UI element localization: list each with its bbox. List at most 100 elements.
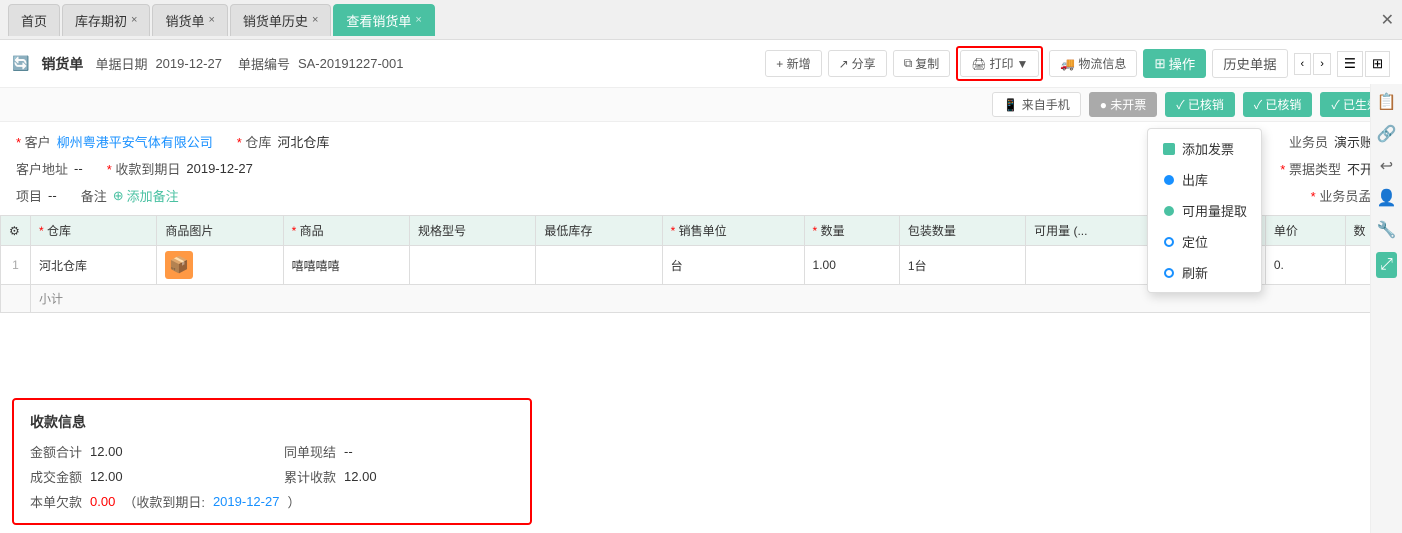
address-field: 客户地址 -- <box>16 159 83 178</box>
info-box-title: 收款信息 <box>30 412 514 432</box>
th-min-stock: 最低库存 <box>536 216 662 246</box>
tab-sales[interactable]: 销货单 × <box>152 4 227 36</box>
sold-icon: ✓ <box>1254 98 1262 112</box>
sidebar-icon-5[interactable]: 🔧 <box>1377 220 1397 240</box>
settlement-row: 同单现结 -- <box>284 442 514 461</box>
sidebar-icon-expand[interactable]: ⤢ <box>1376 252 1397 278</box>
tab-home[interactable]: 首页 <box>8 4 60 36</box>
status-bar: 📱 来自手机 ● 未开票 ✓ 已核销 ✓ 已核销 ✓ 已生效 <box>0 88 1402 122</box>
dropdown-add-invoice[interactable]: 添加发票 <box>1148 133 1261 164</box>
prev-button[interactable]: ‹ <box>1294 53 1312 75</box>
copy-icon: ⧉ <box>904 56 913 71</box>
list-view-button[interactable]: ☰ <box>1337 51 1363 77</box>
row-num: 1 <box>1 246 31 285</box>
refresh-icon <box>1162 266 1176 280</box>
global-close-button[interactable]: ✕ <box>1381 10 1394 30</box>
doc-meta: 单据日期 2019-12-27 单据编号 SA-20191227-001 <box>95 54 403 73</box>
date-meta: 单据日期 2019-12-27 <box>95 54 222 73</box>
row-min-stock <box>536 246 662 285</box>
owed-value: 0.00 <box>90 494 115 509</box>
operation-button[interactable]: ⊞ 操作 <box>1143 49 1206 78</box>
warehouse-field: 仓库 河北仓库 <box>237 132 330 151</box>
deal-row: 成交金额 12.00 <box>30 467 260 486</box>
tab-inventory[interactable]: 库存期初 × <box>62 4 150 36</box>
info-box: 收款信息 金额合计 12.00 同单现结 -- 成交金额 12.00 累计收款 … <box>12 398 532 525</box>
toolbar: 🔄 销货单 单据日期 2019-12-27 单据编号 SA-20191227-0… <box>0 40 1402 88</box>
payment-date-value[interactable]: 2019-12-27 <box>186 161 253 176</box>
nav-arrows: ‹ › <box>1294 53 1331 75</box>
info-grid: 金额合计 12.00 同单现结 -- 成交金额 12.00 累计收款 12.00… <box>30 442 514 511</box>
effect-icon: ✓ <box>1331 98 1339 112</box>
owed-date: 2019-12-27 <box>213 494 280 509</box>
row-available <box>1026 246 1163 285</box>
cumulative-row: 累计收款 12.00 <box>284 467 514 486</box>
print-button[interactable]: 🖨 打印 ▼ <box>960 50 1039 77</box>
circle-icon: ● <box>1100 98 1107 112</box>
row-product: 嘻嘻嘻嘻 <box>283 246 409 285</box>
refresh-label: 刷新 <box>1182 263 1208 282</box>
tab-sales-close[interactable]: × <box>208 14 214 26</box>
th-gear: ⚙ <box>1 216 31 246</box>
copy-button[interactable]: ⧉ 复制 <box>893 50 951 77</box>
history-button[interactable]: 历史单据 <box>1212 49 1287 78</box>
cumulative-label: 累计收款 <box>284 467 336 486</box>
th-available: 可用量 (... <box>1026 216 1163 246</box>
th-warehouse: 仓库 <box>31 216 157 246</box>
add-invoice-label: 添加发票 <box>1182 139 1234 158</box>
th-img: 商品图片 <box>157 216 283 246</box>
share-icon: ↗ <box>839 57 849 71</box>
tab-inventory-close[interactable]: × <box>131 14 137 26</box>
dropdown-refresh[interactable]: 刷新 <box>1148 257 1261 288</box>
check-button[interactable]: ✓ 已核销 <box>1165 92 1235 117</box>
from-phone-button[interactable]: 📱 来自手机 <box>992 92 1080 117</box>
add-invoice-icon <box>1162 142 1176 156</box>
locate-label: 定位 <box>1182 232 1208 251</box>
dropdown-locate[interactable]: 定位 <box>1148 226 1261 257</box>
th-pkg-qty: 包装数量 <box>899 216 1025 246</box>
subtotal-num <box>1 285 31 313</box>
remark-field: 备注 ⊕ 添加备注 <box>81 186 179 205</box>
amount-value: 12.00 <box>90 444 123 459</box>
dropdown-available[interactable]: 可用量提取 <box>1148 195 1261 226</box>
plus-icon: ⊕ <box>113 188 124 204</box>
toolbar-actions: + 新增 ↗ 分享 ⧉ 复制 🖨 打印 ▼ 🚚 物流信息 ⊞ <box>765 46 1390 81</box>
doc-title: 销货单 <box>41 54 83 74</box>
dropdown-outbound[interactable]: 出库 <box>1148 164 1261 195</box>
row-unit-price: 0. <box>1265 246 1345 285</box>
owed-row: 本单欠款 0.00 （收款到期日: 2019-12-27 ） <box>30 492 514 511</box>
project-label: 项目 <box>16 186 42 205</box>
customer-value[interactable]: 柳州粤港平安气体有限公司 <box>57 132 213 151</box>
warehouse-value[interactable]: 河北仓库 <box>277 132 329 151</box>
sidebar-icon-2[interactable]: 🔗 <box>1377 124 1397 144</box>
share-button[interactable]: ↗ 分享 <box>828 50 887 77</box>
project-value: -- <box>48 188 57 203</box>
remark-label: 备注 <box>81 186 107 205</box>
sold-button[interactable]: ✓ 已核销 <box>1243 92 1313 117</box>
new-button[interactable]: + 新增 <box>765 50 821 77</box>
row-unit: 台 <box>662 246 804 285</box>
sidebar-icon-3[interactable]: ↩ <box>1380 156 1393 176</box>
next-button[interactable]: › <box>1313 53 1331 75</box>
sidebar-icon-1[interactable]: 📋 <box>1377 92 1397 112</box>
payment-date-field: 收款到期日 2019-12-27 <box>107 159 253 178</box>
add-remark-button[interactable]: ⊕ 添加备注 <box>113 186 179 205</box>
available-icon <box>1162 204 1176 218</box>
tab-view-sales[interactable]: 查看销货单 × <box>333 4 434 36</box>
dropdown-menu: 添加发票 出库 可用量提取 定位 刷新 <box>1147 128 1262 293</box>
logistics-button[interactable]: 🚚 物流信息 <box>1049 50 1137 77</box>
logistics-icon: 🚚 <box>1060 57 1075 71</box>
row-warehouse: 河北仓库 <box>31 246 157 285</box>
th-unit-price: 单价 <box>1265 216 1345 246</box>
unopened-button[interactable]: ● 未开票 <box>1089 92 1158 117</box>
grid-view-button[interactable]: ⊞ <box>1365 51 1390 77</box>
main-content: 🔄 销货单 单据日期 2019-12-27 单据编号 SA-20191227-0… <box>0 40 1402 533</box>
sidebar-icon-4[interactable]: 👤 <box>1377 188 1397 208</box>
tab-sales-history-close[interactable]: × <box>312 14 318 26</box>
row-img: 📦 <box>157 246 283 285</box>
tab-view-sales-close[interactable]: × <box>415 14 421 26</box>
amount-row: 金额合计 12.00 <box>30 442 260 461</box>
deal-label: 成交金额 <box>30 467 82 486</box>
tab-sales-history[interactable]: 销货单历史 × <box>230 4 331 36</box>
owed-note: （收款到期日: <box>123 492 205 511</box>
salesperson2-label: 业务员孟 <box>1311 186 1372 205</box>
